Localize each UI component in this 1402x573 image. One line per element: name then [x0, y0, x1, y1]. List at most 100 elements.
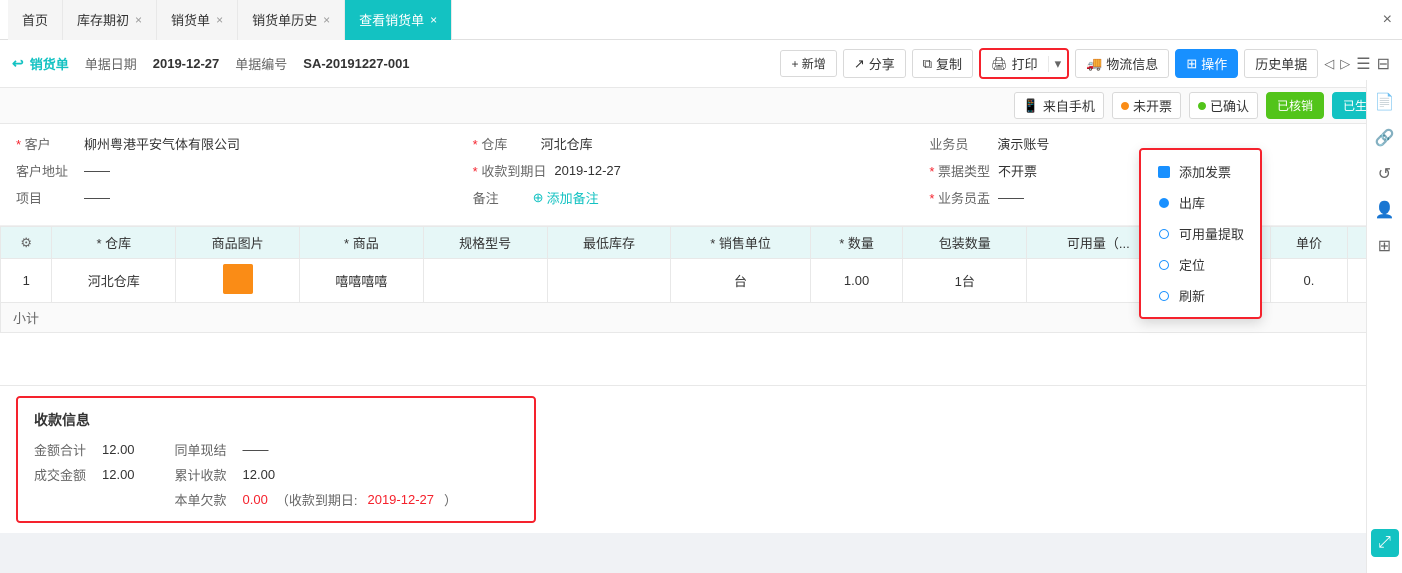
from-phone-button[interactable]: 📱 来自手机 — [1014, 92, 1104, 119]
remark-field: 备注 ⊕ 添加备注 — [473, 188, 930, 207]
settings-column-header[interactable]: ⚙ — [1, 227, 52, 259]
layout-grid-icon[interactable]: ⊟ — [1377, 54, 1390, 74]
product-column-header: * 商品 — [299, 227, 423, 259]
available-qty-icon — [1157, 227, 1171, 241]
same-bill-label: 同单现结 — [175, 440, 235, 459]
share-button[interactable]: ↗ 分享 — [843, 49, 906, 78]
ticket-type-value: 不开票 — [990, 161, 1045, 180]
bottom-panel: 收款信息 金额合计 12.00 成交金额 12.00 同单现结 —— — [0, 385, 1402, 533]
tab-inventory-init[interactable]: 库存期初 × — [63, 0, 157, 40]
refresh-circle-icon — [1159, 291, 1169, 301]
warehouse-value: 河北仓库 — [533, 134, 601, 153]
sidebar-expand-icon[interactable]: ⤢ — [1371, 529, 1399, 557]
tab-sales-order-close[interactable]: × — [216, 13, 223, 27]
row-spec — [423, 259, 547, 303]
tab-home-label: 首页 — [22, 10, 48, 29]
receipt-col-1: 金额合计 12.00 成交金额 12.00 — [34, 440, 135, 509]
remark-label: 备注 — [473, 188, 533, 207]
sidebar-user-icon[interactable]: 👤 — [1371, 196, 1399, 224]
locate-circle-icon — [1159, 260, 1169, 270]
deal-amount-row: 成交金额 12.00 — [34, 465, 135, 484]
tab-sales-history-close[interactable]: × — [323, 13, 330, 27]
share-label: 分享 — [869, 54, 895, 73]
tab-sales-history[interactable]: 销货单历史 × — [238, 0, 345, 40]
share-icon: ↗ — [854, 56, 865, 72]
address-field: 客户地址 —— — [16, 161, 473, 180]
print-button[interactable]: 🖨 打印 — [981, 50, 1048, 77]
main-content: ↩ 销货单 单据日期 2019-12-27 单据编号 SA-20191227-0… — [0, 40, 1402, 533]
add-remark-button[interactable]: ⊕ 添加备注 — [533, 188, 599, 207]
cancelled-button[interactable]: 已核销 — [1266, 92, 1324, 119]
add-remark-label: 添加备注 — [547, 188, 599, 207]
locate-label: 定位 — [1179, 255, 1205, 274]
salesperson-value: 演示账号 — [989, 134, 1057, 153]
add-invoice-label: 添加发票 — [1179, 162, 1231, 181]
current-debt-label: 本单欠款 — [175, 490, 235, 509]
nav-prev-icon[interactable]: ◁ — [1324, 56, 1334, 72]
sidebar-doc-icon[interactable]: 📄 — [1371, 88, 1399, 116]
refresh-item[interactable]: 刷新 — [1141, 280, 1260, 311]
window-close-button[interactable]: × — [1383, 11, 1392, 29]
number-label: 单据编号 — [235, 54, 287, 73]
cumulative-label: 累计收款 — [175, 465, 235, 484]
print-dropdown-arrow[interactable]: ▾ — [1048, 56, 1068, 72]
copy-icon: ⧉ — [923, 56, 932, 72]
logistics-label: 物流信息 — [1106, 54, 1158, 73]
copy-button[interactable]: ⧉ 复制 — [912, 49, 973, 78]
tab-view-sales-label: 查看销货单 — [359, 10, 424, 29]
deal-amount-value: 12.00 — [102, 467, 135, 482]
new-button[interactable]: + 新增 — [780, 50, 836, 77]
logistics-button[interactable]: 🚚 物流信息 — [1075, 49, 1169, 78]
row-warehouse: 河北仓库 — [52, 259, 176, 303]
debt-due-date: 2019-12-27 — [367, 492, 434, 507]
row-min-stock — [547, 259, 671, 303]
operations-button[interactable]: ⊞ 操作 — [1175, 49, 1238, 78]
tab-view-sales-close[interactable]: × — [430, 13, 437, 27]
tab-view-sales[interactable]: 查看销货单 × — [345, 0, 452, 40]
due-date-label: 收款到期日 — [473, 161, 547, 180]
number-value: SA-20191227-001 — [303, 56, 409, 71]
tab-inventory-init-close[interactable]: × — [135, 13, 142, 27]
total-amount-row: 金额合计 12.00 — [34, 440, 135, 459]
receipt-title: 收款信息 — [34, 410, 518, 430]
sales-label: 业务员盂 — [929, 188, 990, 207]
sidebar-refresh-icon[interactable]: ↺ — [1371, 160, 1399, 188]
locate-item[interactable]: 定位 — [1141, 249, 1260, 280]
doc-title: ↩ 销货单 — [12, 54, 69, 73]
tab-home[interactable]: 首页 — [8, 0, 63, 40]
nav-next-icon[interactable]: ▷ — [1340, 56, 1350, 72]
unit-price-column-header: 单价 — [1270, 227, 1347, 259]
customer-label: 客户 — [16, 134, 76, 153]
warehouse-field: 仓库 河北仓库 — [473, 134, 930, 153]
outbound-icon — [1157, 196, 1171, 210]
add-invoice-item[interactable]: 添加发票 — [1141, 156, 1260, 187]
sidebar-table-icon[interactable]: ⊞ — [1371, 232, 1399, 260]
not-opened-button[interactable]: 未开票 — [1112, 92, 1181, 119]
doc-header: ↩ 销货单 单据日期 2019-12-27 单据编号 SA-20191227-0… — [0, 40, 1402, 88]
cumulative-value: 12.00 — [243, 467, 276, 482]
row-product-name: 嘻嘻嘻嘻 — [299, 259, 423, 303]
outbound-label: 出库 — [1179, 193, 1205, 212]
tab-sales-order[interactable]: 销货单 × — [157, 0, 238, 40]
available-qty-item[interactable]: 可用量提取 — [1141, 218, 1260, 249]
warehouse-column-header: * 仓库 — [52, 227, 176, 259]
print-label: 打印 — [1012, 54, 1038, 73]
outbound-item[interactable]: 出库 — [1141, 187, 1260, 218]
current-debt-value: 0.00 — [243, 492, 268, 507]
salesperson-label: 业务员 — [929, 134, 989, 153]
project-value: —— — [76, 190, 118, 205]
tab-sales-history-label: 销货单历史 — [252, 10, 317, 29]
due-date-field: 收款到期日 2019-12-27 — [473, 161, 930, 180]
add-invoice-icon — [1157, 165, 1171, 179]
confirmed-button[interactable]: 已确认 — [1189, 92, 1258, 119]
doc-type-icon: ↩ — [12, 55, 24, 72]
row-unit: 台 — [671, 259, 810, 303]
sidebar-link-icon[interactable]: 🔗 — [1371, 124, 1399, 152]
history-label: 历史单据 — [1255, 54, 1307, 73]
layout-list-icon[interactable]: ☰ — [1356, 54, 1370, 74]
logistics-icon: 🚚 — [1086, 56, 1102, 72]
total-amount-label: 金额合计 — [34, 440, 94, 459]
product-image-column-header: 商品图片 — [176, 227, 300, 259]
history-button[interactable]: 历史单据 — [1244, 49, 1318, 78]
same-bill-row: 同单现结 —— — [175, 440, 457, 459]
